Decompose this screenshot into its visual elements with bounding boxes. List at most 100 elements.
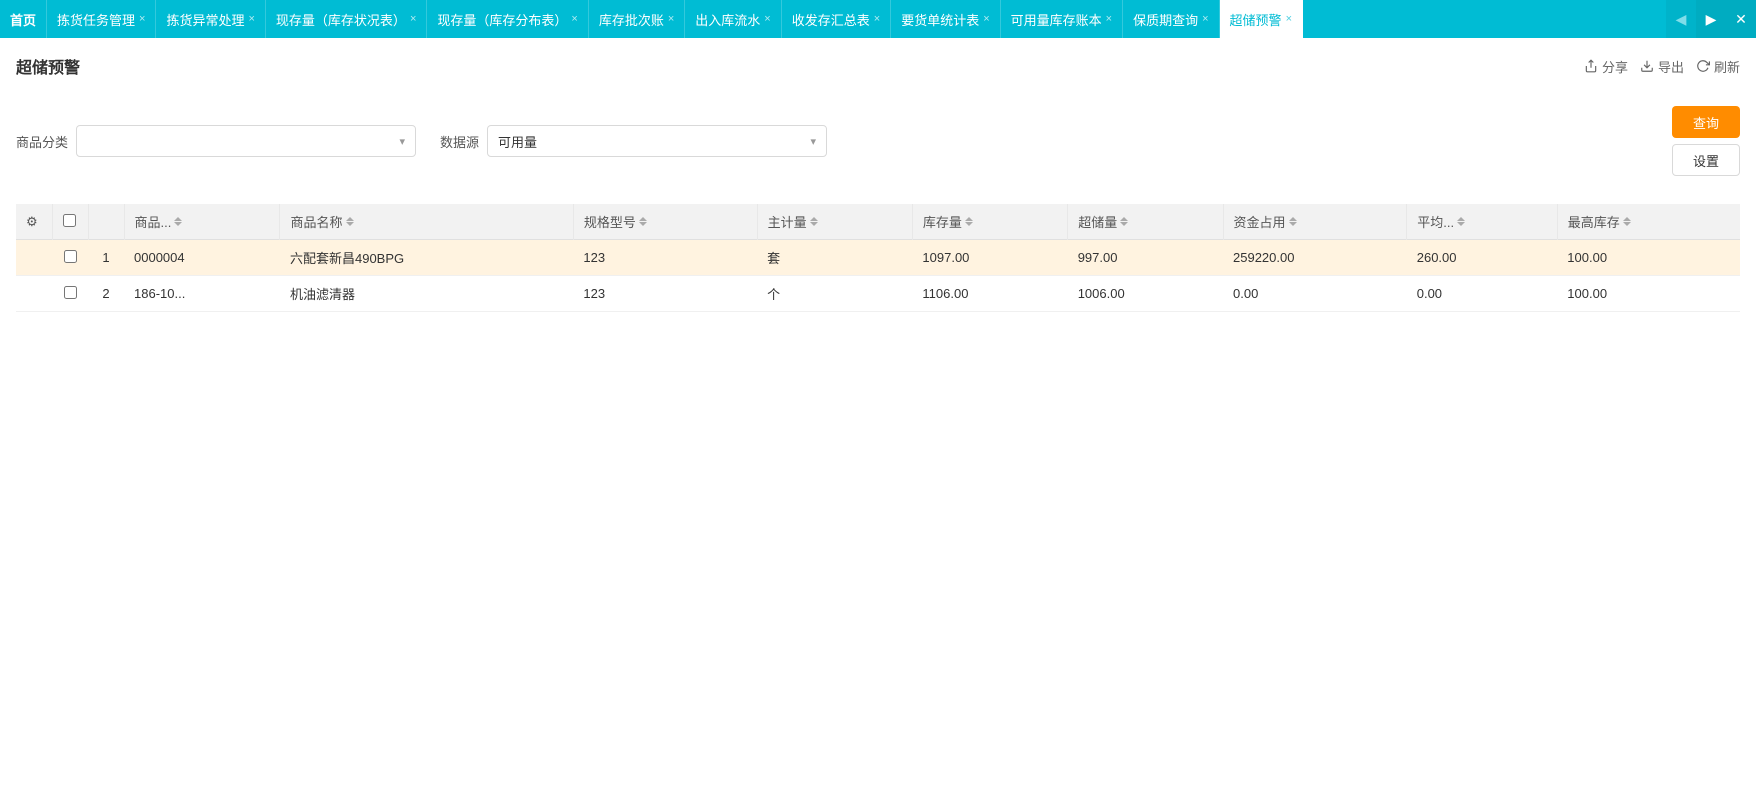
close-icon[interactable]: × (248, 13, 254, 25)
close-icon[interactable]: × (1286, 13, 1292, 25)
col-max-stock[interactable]: 最高库存 (1557, 204, 1740, 240)
col-overstock-sort: 超储量 (1078, 212, 1128, 231)
row-code: 0000004 (124, 240, 280, 276)
close-icon[interactable]: × (410, 13, 416, 25)
row-capital: 0.00 (1223, 276, 1407, 312)
query-button[interactable]: 查询 (1672, 106, 1740, 138)
nav-item-abnormal[interactable]: 拣货异常处理 × (156, 0, 265, 38)
nav-item-order-stat[interactable]: 要货单统计表 × (891, 0, 1000, 38)
row-name: 六配套新昌490BPG (280, 240, 573, 276)
close-icon[interactable]: × (668, 13, 674, 25)
close-icon[interactable]: × (764, 13, 770, 25)
col-stock-sort: 库存量 (923, 212, 973, 231)
nav-item-expiry[interactable]: 保质期查询 × (1123, 0, 1219, 38)
col-checkbox (52, 204, 88, 240)
row-stock: 1097.00 (912, 240, 1067, 276)
nav-arrow-right[interactable]: ▶ (1696, 0, 1726, 38)
close-icon[interactable]: × (1202, 13, 1208, 25)
nav-collect-label: 收发存汇总表 (792, 10, 870, 29)
close-icon[interactable]: × (571, 13, 577, 25)
col-overstock[interactable]: 超储量 (1068, 204, 1223, 240)
filter-row: 商品分类 ▾ 数据源 可用量 ▾ 查询 设置 (16, 94, 1740, 188)
col-name-sort: 商品名称 (290, 212, 353, 231)
nav-arrow-close[interactable]: ✕ (1726, 0, 1756, 38)
row-checkbox[interactable] (52, 276, 88, 312)
nav-order-label: 要货单统计表 (901, 10, 979, 29)
col-unit-sort: 主计量 (768, 212, 818, 231)
nav-item-inventory-status[interactable]: 现存量（库存状况表） × (266, 0, 427, 38)
nav-item-overstock[interactable]: 超储预警 × (1220, 0, 1303, 38)
row-overstock: 997.00 (1068, 240, 1223, 276)
share-button[interactable]: 分享 (1584, 57, 1628, 76)
category-label: 商品分类 (16, 132, 68, 151)
close-icon[interactable]: × (139, 13, 145, 25)
sort-icon (639, 217, 647, 226)
col-spec[interactable]: 规格型号 (573, 204, 757, 240)
row-gear (16, 276, 52, 312)
page-actions: 分享 导出 刷新 (1584, 57, 1740, 76)
row-select-checkbox[interactable] (64, 286, 77, 299)
row-spec: 123 (573, 240, 757, 276)
table-row[interactable]: 2 186-10... 机油滤清器 123 个 1106.00 1006.00 … (16, 276, 1740, 312)
row-gear (16, 240, 52, 276)
col-stock[interactable]: 库存量 (912, 204, 1067, 240)
col-max-stock-sort: 最高库存 (1568, 212, 1631, 231)
row-unit: 套 (757, 240, 912, 276)
row-select-checkbox[interactable] (64, 250, 77, 263)
row-spec: 123 (573, 276, 757, 312)
col-code-sort: 商品... (135, 212, 183, 231)
table-body: 1 0000004 六配套新昌490BPG 123 套 1097.00 997.… (16, 240, 1740, 312)
export-icon (1640, 59, 1654, 73)
refresh-button[interactable]: 刷新 (1696, 57, 1740, 76)
nav-item-task-mgmt[interactable]: 拣货任务管理 × (47, 0, 156, 38)
nav-arrows: ◀ ▶ ✕ (1666, 0, 1756, 38)
nav-item-available[interactable]: 可用量库存账本 × (1001, 0, 1123, 38)
row-index: 1 (88, 240, 124, 276)
row-avg: 0.00 (1407, 276, 1558, 312)
col-capital[interactable]: 资金占用 (1223, 204, 1407, 240)
nav-item-inout-flow[interactable]: 出入库流水 × (685, 0, 781, 38)
refresh-icon (1696, 59, 1710, 73)
datasource-select-value: 可用量 (498, 132, 537, 151)
sort-icon (965, 217, 973, 226)
row-avg: 260.00 (1407, 240, 1558, 276)
close-icon[interactable]: × (983, 13, 989, 25)
row-name: 机油滤清器 (280, 276, 573, 312)
nav-abnormal-label: 拣货异常处理 (166, 10, 244, 29)
category-select[interactable]: ▾ (76, 125, 416, 157)
nav-home-label: 首页 (10, 10, 36, 29)
col-code[interactable]: 商品... (124, 204, 280, 240)
col-name[interactable]: 商品名称 (280, 204, 573, 240)
col-avg[interactable]: 平均... (1407, 204, 1558, 240)
close-icon[interactable]: × (1106, 13, 1112, 25)
share-label: 分享 (1602, 57, 1628, 76)
chevron-down-icon: ▾ (811, 135, 817, 148)
nav-item-collect[interactable]: 收发存汇总表 × (782, 0, 891, 38)
settings-button[interactable]: 设置 (1672, 144, 1740, 176)
row-max-stock: 100.00 (1557, 240, 1740, 276)
export-button[interactable]: 导出 (1640, 57, 1684, 76)
top-nav: 首页 拣货任务管理 × 拣货异常处理 × 现存量（库存状况表） × 现存量（库存… (0, 0, 1756, 38)
datasource-select[interactable]: 可用量 ▾ (487, 125, 827, 157)
nav-item-home[interactable]: 首页 (0, 0, 47, 38)
sort-icon (346, 217, 354, 226)
nav-arrow-left[interactable]: ◀ (1666, 0, 1696, 38)
row-code: 186-10... (124, 276, 280, 312)
export-label: 导出 (1658, 57, 1684, 76)
col-unit[interactable]: 主计量 (757, 204, 912, 240)
page-title: 超储预警 (16, 54, 80, 78)
row-index: 2 (88, 276, 124, 312)
gear-icon[interactable]: ⚙ (26, 214, 38, 229)
page-header: 超储预警 分享 导出 刷新 (16, 54, 1740, 78)
close-icon[interactable]: × (874, 13, 880, 25)
refresh-label: 刷新 (1714, 57, 1740, 76)
col-spec-sort: 规格型号 (584, 212, 647, 231)
nav-item-batch[interactable]: 库存批次账 × (589, 0, 685, 38)
row-checkbox[interactable] (52, 240, 88, 276)
sort-icon (1120, 217, 1128, 226)
nav-item-inventory-dist[interactable]: 现存量（库存分布表） × (427, 0, 588, 38)
table-row[interactable]: 1 0000004 六配套新昌490BPG 123 套 1097.00 997.… (16, 240, 1740, 276)
select-all-checkbox[interactable] (63, 214, 76, 227)
sort-icon (1623, 217, 1631, 226)
nav-expiry-label: 保质期查询 (1133, 10, 1198, 29)
